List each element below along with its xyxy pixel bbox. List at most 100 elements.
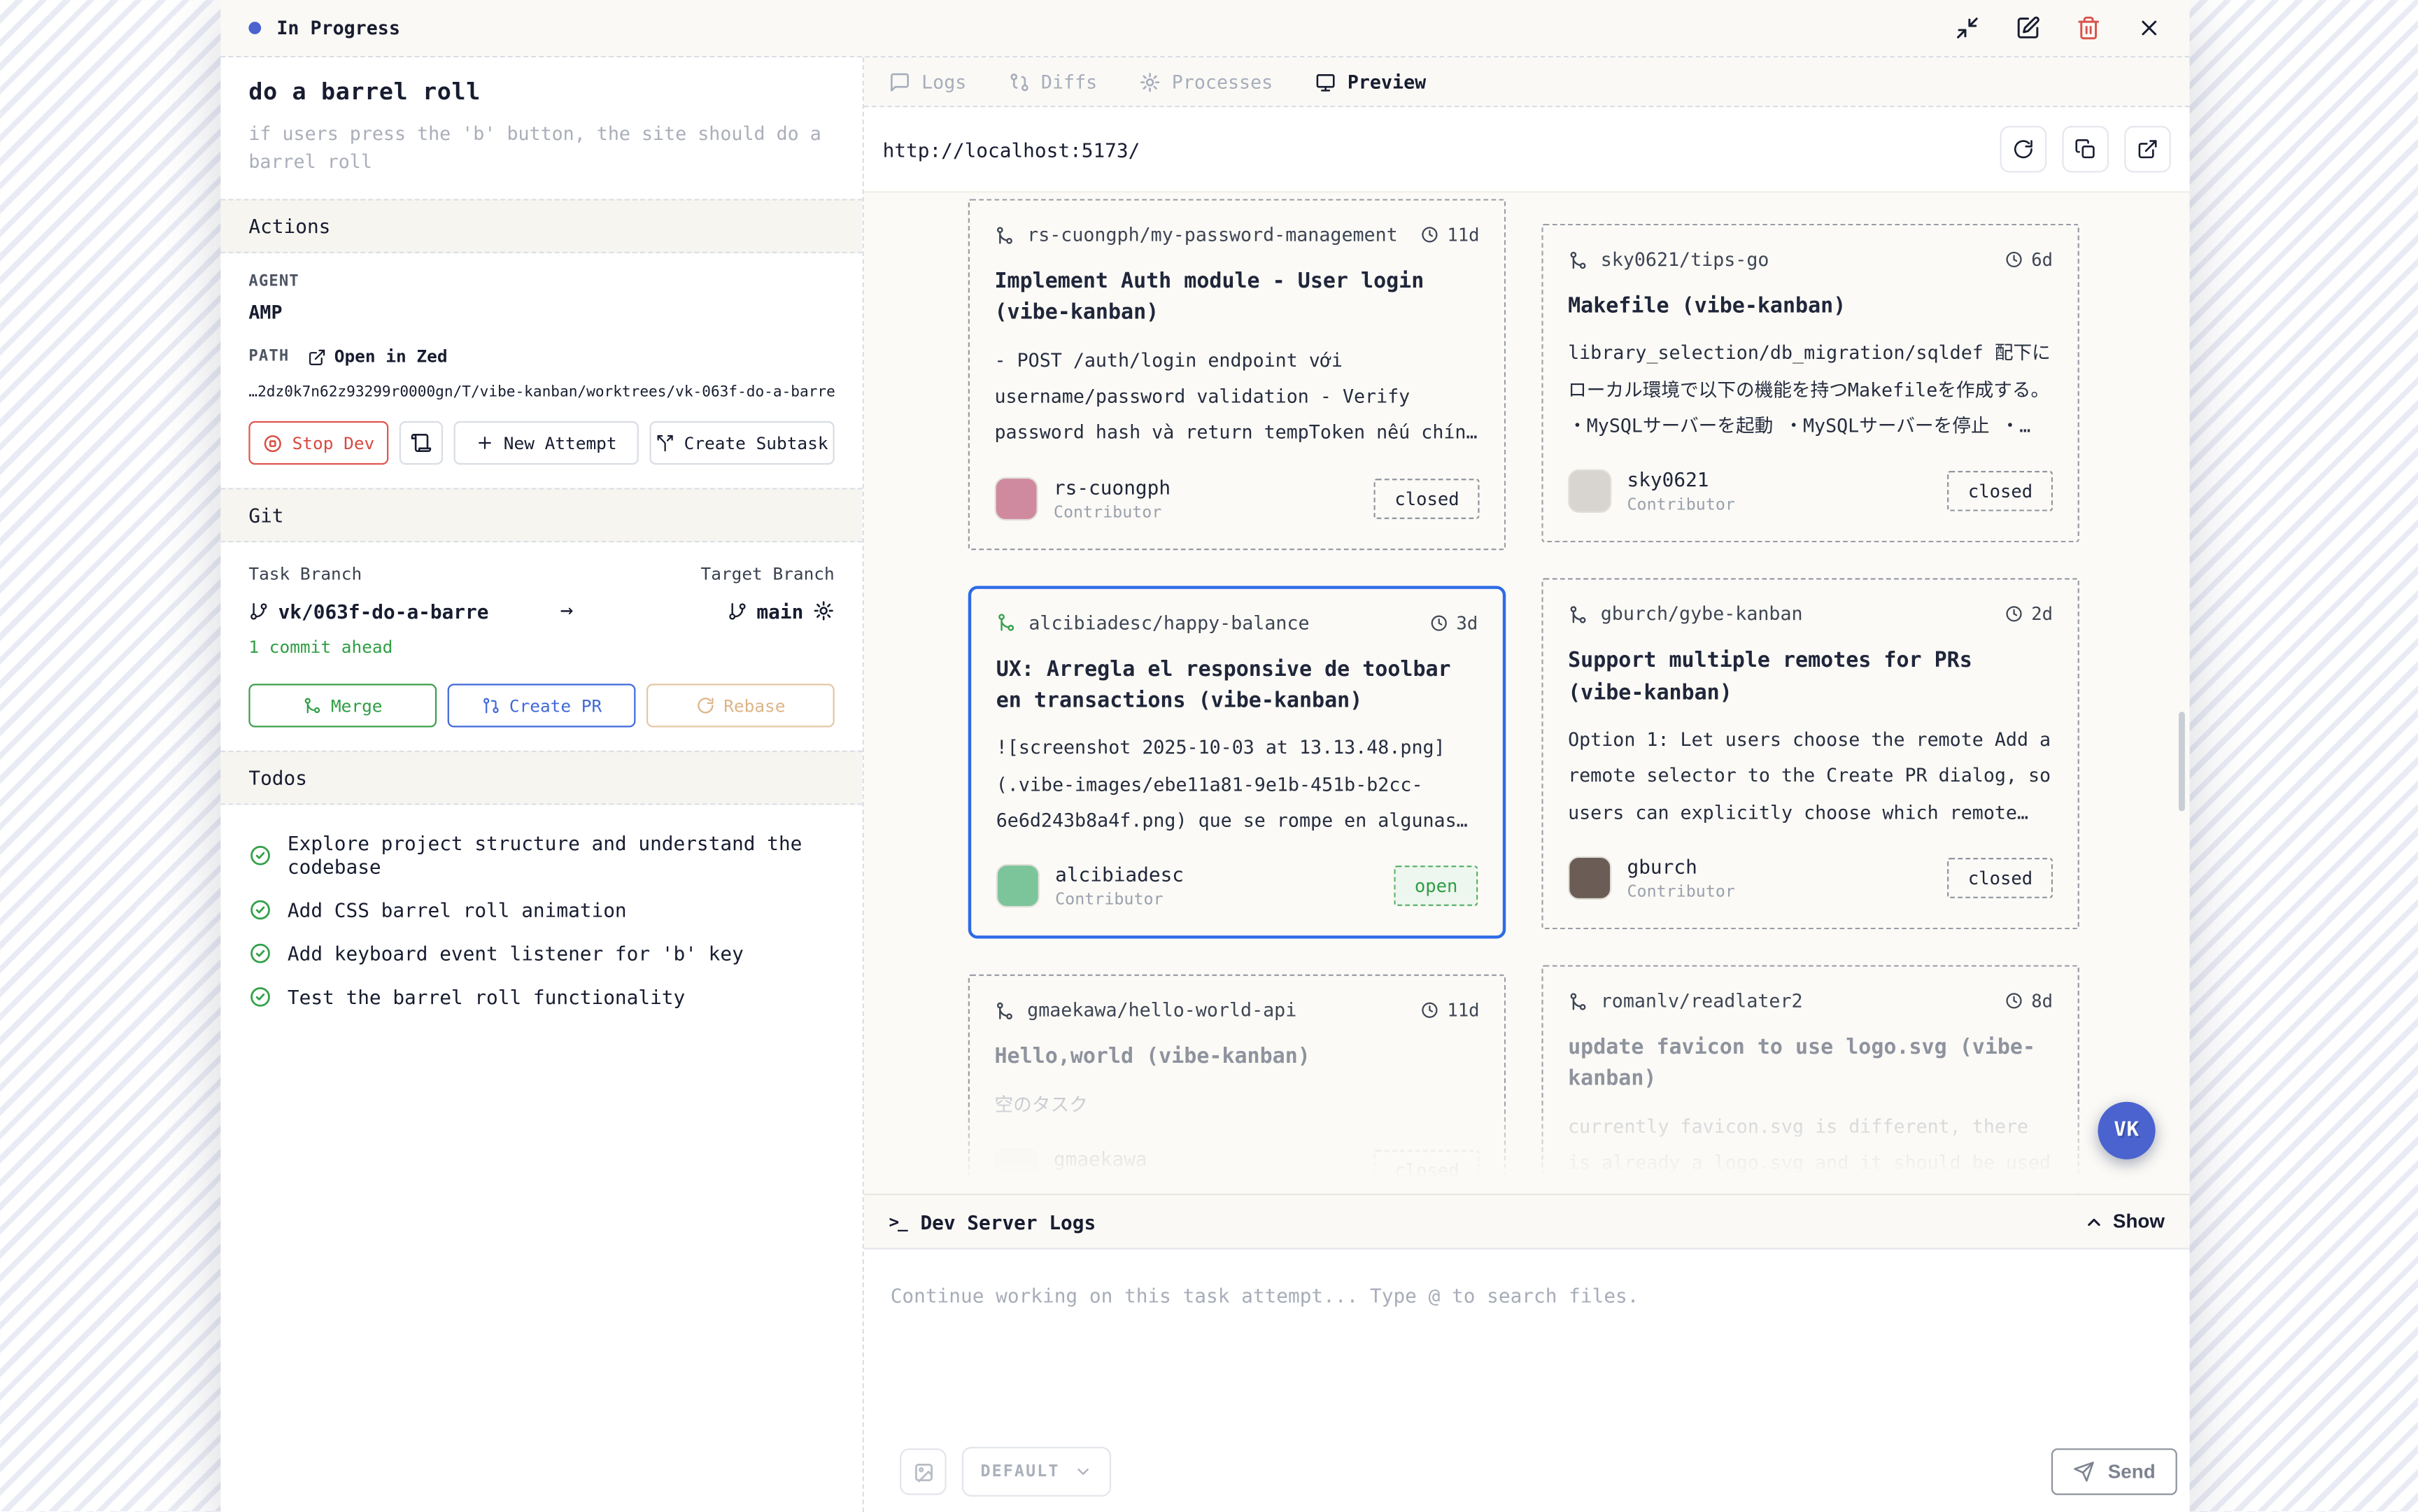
- card-age-label: 11d: [1447, 999, 1480, 1022]
- monitor-icon: [1316, 73, 1335, 91]
- create-subtask-button[interactable]: Create Subtask: [649, 421, 835, 465]
- tab-processes[interactable]: Processes: [1139, 71, 1273, 92]
- card-age: 11d: [1421, 224, 1479, 246]
- preview-scrollbar[interactable]: [2178, 712, 2185, 812]
- edit-icon[interactable]: [2016, 15, 2041, 41]
- composer: DEFAULT Send: [863, 1248, 2190, 1512]
- scroll-icon: [411, 434, 432, 452]
- check-circle-icon: [250, 943, 270, 963]
- todo-item: Test the barrel roll functionality: [248, 985, 834, 1008]
- author-name: rs-cuongph: [1053, 474, 1171, 499]
- new-attempt-label: New Attempt: [503, 432, 617, 453]
- todo-label: Add CSS barrel roll animation: [287, 898, 627, 922]
- author-role: Contributor: [1053, 502, 1162, 522]
- status-dot-icon: [248, 22, 262, 34]
- task-description: if users press the 'b' button, the site …: [248, 122, 821, 173]
- preview-url[interactable]: http://localhost:5173/: [883, 138, 1985, 161]
- path-row: PATH Open in Zed: [248, 346, 834, 367]
- stop-dev-button[interactable]: Stop Dev: [248, 421, 389, 465]
- show-logs-toggle[interactable]: Show: [2084, 1210, 2165, 1232]
- card-age-label: 2d: [2031, 603, 2053, 626]
- modal-header: In Progress: [220, 0, 2190, 58]
- pr-card-alcibiadesc[interactable]: alcibiadesc/happy-balance 3d UX: Arregla…: [968, 585, 1506, 940]
- git-branch-icon: [728, 602, 746, 619]
- dev-logs-button[interactable]: [399, 421, 443, 465]
- card-repo: gmaekawa/hello-world-api: [1027, 999, 1297, 1022]
- variant-value: DEFAULT: [980, 1462, 1060, 1481]
- task-title: do a barrel roll: [248, 78, 481, 106]
- todos-list: Explore project structure and understand…: [220, 805, 862, 1036]
- card-title: update favicon to use logo.svg (vibe-kan…: [1568, 1035, 2036, 1091]
- card-title: Makefile (vibe-kanban): [1568, 293, 1846, 319]
- vibe-kanban-floating-badge[interactable]: VK: [2098, 1101, 2156, 1159]
- pr-card-sky0621[interactable]: sky0621/tips-go 6d Makefile (vibe-kanban…: [1541, 223, 2079, 544]
- git-branch-icon: [996, 226, 1012, 243]
- card-author: sky0621 Contributor: [1627, 468, 1932, 515]
- open-external-button[interactable]: [2124, 125, 2171, 173]
- avatar: [994, 1148, 1038, 1192]
- branch-settings-gear-icon[interactable]: [813, 600, 835, 621]
- tab-preview[interactable]: Preview: [1315, 71, 1426, 92]
- rebase-button[interactable]: Rebase: [646, 684, 835, 728]
- card-body: ![screenshot 2025-10-03 at 13.13.48.png]…: [996, 737, 1468, 832]
- card-age: 8d: [2005, 990, 2053, 1012]
- send-label: Send: [2107, 1460, 2156, 1483]
- tab-diffs[interactable]: Diffs: [1008, 71, 1097, 92]
- open-in-zed-link[interactable]: Open in Zed: [308, 346, 448, 367]
- close-icon[interactable]: [2137, 15, 2162, 41]
- clock-icon: [2006, 607, 2022, 623]
- tab-bar: Logs Diffs Processes Preview: [863, 57, 2190, 108]
- create-pr-button[interactable]: Create PR: [447, 684, 636, 728]
- attach-image-button[interactable]: [900, 1448, 947, 1495]
- kanban-cards: rs-cuongph/my-password-management 11d Im…: [968, 192, 2079, 1194]
- git-merge-icon: [304, 698, 320, 714]
- card-header: gmaekawa/hello-world-api 11d: [995, 999, 1480, 1022]
- card-repo: gburch/gybe-kanban: [1600, 603, 1803, 626]
- pr-card-rs-cuongph[interactable]: rs-cuongph/my-password-management 11d Im…: [968, 199, 1506, 550]
- agent-label: AGENT: [248, 273, 299, 291]
- pr-card-romanlv[interactable]: romanlv/readlater2 8d update favicon to …: [1541, 965, 2079, 1194]
- send-button[interactable]: Send: [2051, 1448, 2177, 1495]
- message-input[interactable]: [887, 1280, 2171, 1383]
- collapse-icon[interactable]: [1955, 15, 1980, 41]
- new-attempt-button[interactable]: New Attempt: [453, 421, 639, 465]
- tab-label: Diffs: [1040, 71, 1098, 93]
- git-buttons: Merge Create PR Rebase: [248, 684, 835, 728]
- open-in-zed-label: Open in Zed: [334, 346, 448, 367]
- avatar: [1568, 856, 1612, 900]
- task-head: do a barrel roll if users press the 'b' …: [220, 57, 862, 199]
- card-header: sky0621/tips-go 6d: [1568, 248, 2053, 270]
- git-branch-icon: [1570, 606, 1586, 623]
- copy-url-button[interactable]: [2062, 125, 2109, 173]
- refresh-icon: [2014, 140, 2032, 159]
- preview-url-bar: http://localhost:5173/: [863, 107, 2190, 192]
- card-footer: sky0621 Contributor closed: [1568, 468, 2053, 515]
- git-branch-icon: [1570, 250, 1586, 269]
- task-branch-label: Task Branch: [248, 564, 362, 585]
- card-author: gmaekawa Contributor: [1054, 1147, 1359, 1194]
- chevron-up-icon: [2087, 1217, 2100, 1225]
- pr-card-gmaekawa[interactable]: gmaekawa/hello-world-api 11d Hello,world…: [968, 975, 1506, 1194]
- card-age: 3d: [1430, 612, 1478, 633]
- pr-card-gburch[interactable]: gburch/gybe-kanban 2d Support multiple r…: [1541, 579, 2079, 930]
- target-branch-label: Target Branch: [700, 564, 835, 585]
- card-header: romanlv/readlater2 8d: [1568, 990, 2053, 1012]
- todo-item: Explore project structure and understand…: [248, 831, 834, 878]
- stop-circle-icon: [264, 434, 281, 452]
- message-square-icon: [891, 72, 909, 91]
- external-link-icon: [309, 348, 325, 365]
- card-age-label: 3d: [1456, 612, 1478, 634]
- card-age: 6d: [2005, 248, 2053, 270]
- variant-select[interactable]: DEFAULT: [961, 1446, 1111, 1497]
- screen: In Progress do a barrel roll if users pr…: [0, 0, 2418, 1512]
- tab-logs[interactable]: Logs: [889, 71, 966, 92]
- status-badge: closed: [1374, 478, 1480, 519]
- check-circle-icon: [250, 845, 270, 865]
- card-body: library_selection/db_migration/sqldef 配下…: [1568, 342, 2051, 437]
- card-header: rs-cuongph/my-password-management 11d: [995, 224, 1479, 246]
- refresh-button[interactable]: [2000, 125, 2047, 173]
- merge-button[interactable]: Merge: [248, 684, 437, 728]
- arrow-right-icon: →: [560, 598, 574, 623]
- tab-label: Logs: [921, 71, 967, 93]
- delete-icon[interactable]: [2076, 15, 2101, 41]
